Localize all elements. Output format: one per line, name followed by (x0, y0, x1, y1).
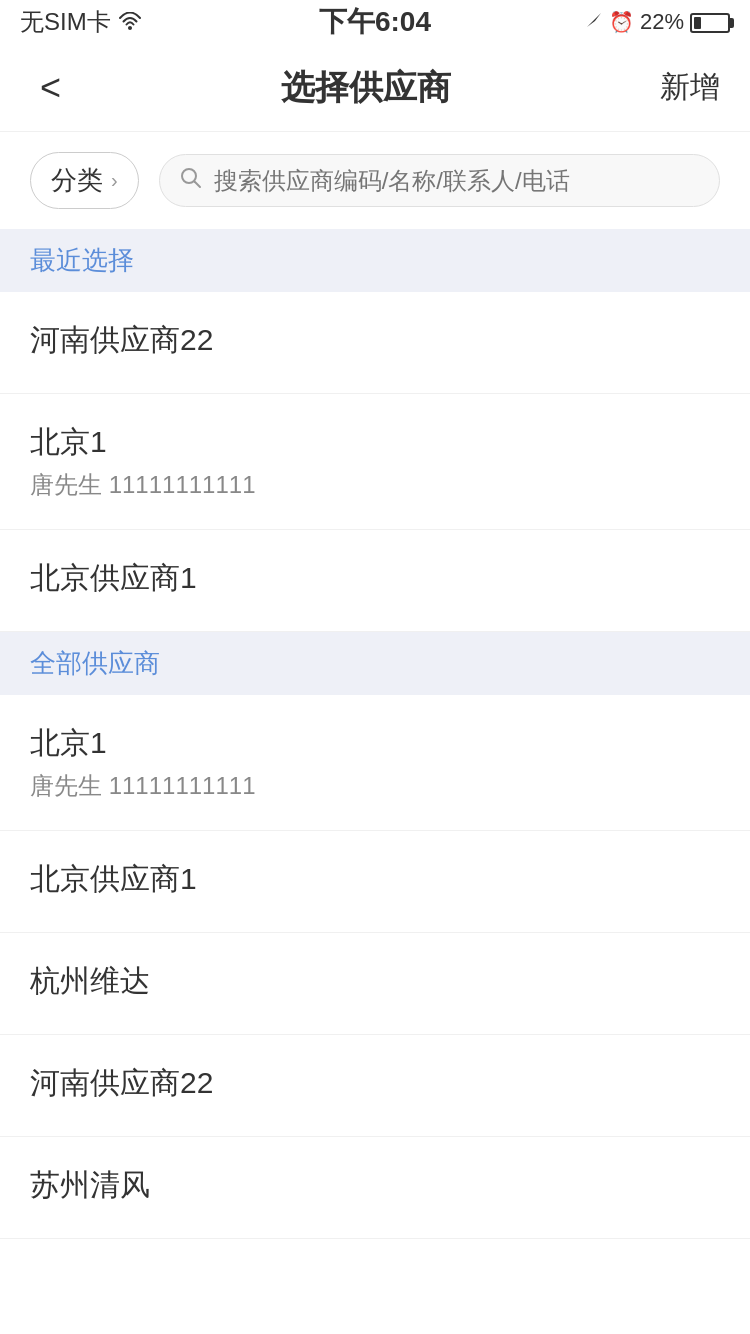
nav-bar: < 选择供应商 新增 (0, 44, 750, 132)
status-right: ⏰ 22% (585, 9, 730, 35)
item-sub: 唐先生 11111111111 (30, 770, 720, 802)
new-button[interactable]: 新增 (660, 67, 720, 108)
page-title: 选择供应商 (281, 65, 451, 111)
list-item[interactable]: 北京供应商1 (0, 831, 750, 933)
filter-bar: 分类 › (0, 132, 750, 229)
item-name: 河南供应商22 (30, 1063, 720, 1104)
carrier-text: 无SIM卡 (20, 6, 111, 38)
list-item[interactable]: 北京1 唐先生 11111111111 (0, 394, 750, 530)
recent-list: 河南供应商22 北京1 唐先生 11111111111 北京供应商1 (0, 292, 750, 632)
chevron-right-icon: › (111, 169, 118, 192)
status-time: 下午6:04 (319, 3, 431, 41)
item-name: 河南供应商22 (30, 320, 720, 361)
category-label: 分类 (51, 163, 103, 198)
battery-icon (690, 9, 730, 35)
location-icon (585, 9, 603, 35)
item-name: 苏州清风 (30, 1165, 720, 1206)
search-icon (180, 165, 202, 196)
battery-percent: 22% (640, 9, 684, 35)
wifi-icon (119, 8, 141, 36)
all-section-header: 全部供应商 (0, 632, 750, 695)
search-input[interactable] (214, 167, 699, 195)
list-item[interactable]: 苏州清风 (0, 1137, 750, 1239)
status-left: 无SIM卡 (20, 6, 141, 38)
back-button[interactable]: < (30, 57, 71, 119)
list-item[interactable]: 杭州维达 (0, 933, 750, 1035)
list-item[interactable]: 河南供应商22 (0, 1035, 750, 1137)
all-list: 北京1 唐先生 11111111111 北京供应商1 杭州维达河南供应商22 苏州清风 (0, 695, 750, 1239)
all-section-label: 全部供应商 (30, 648, 160, 678)
svg-line-1 (194, 182, 200, 188)
search-box (159, 154, 720, 207)
item-name: 北京供应商1 (30, 859, 720, 900)
item-name: 北京供应商1 (30, 558, 720, 599)
item-name: 北京1 (30, 723, 720, 764)
recent-section-label: 最近选择 (30, 245, 134, 275)
category-button[interactable]: 分类 › (30, 152, 139, 209)
list-item[interactable]: 河南供应商22 (0, 292, 750, 394)
item-sub: 唐先生 11111111111 (30, 469, 720, 501)
item-name: 北京1 (30, 422, 720, 463)
recent-section-header: 最近选择 (0, 229, 750, 292)
item-name: 杭州维达 (30, 961, 720, 1002)
alarm-icon: ⏰ (609, 10, 634, 34)
status-bar: 无SIM卡 下午6:04 ⏰ 22% (0, 0, 750, 44)
list-item[interactable]: 北京供应商1 (0, 530, 750, 632)
list-item[interactable]: 北京1 唐先生 11111111111 (0, 695, 750, 831)
